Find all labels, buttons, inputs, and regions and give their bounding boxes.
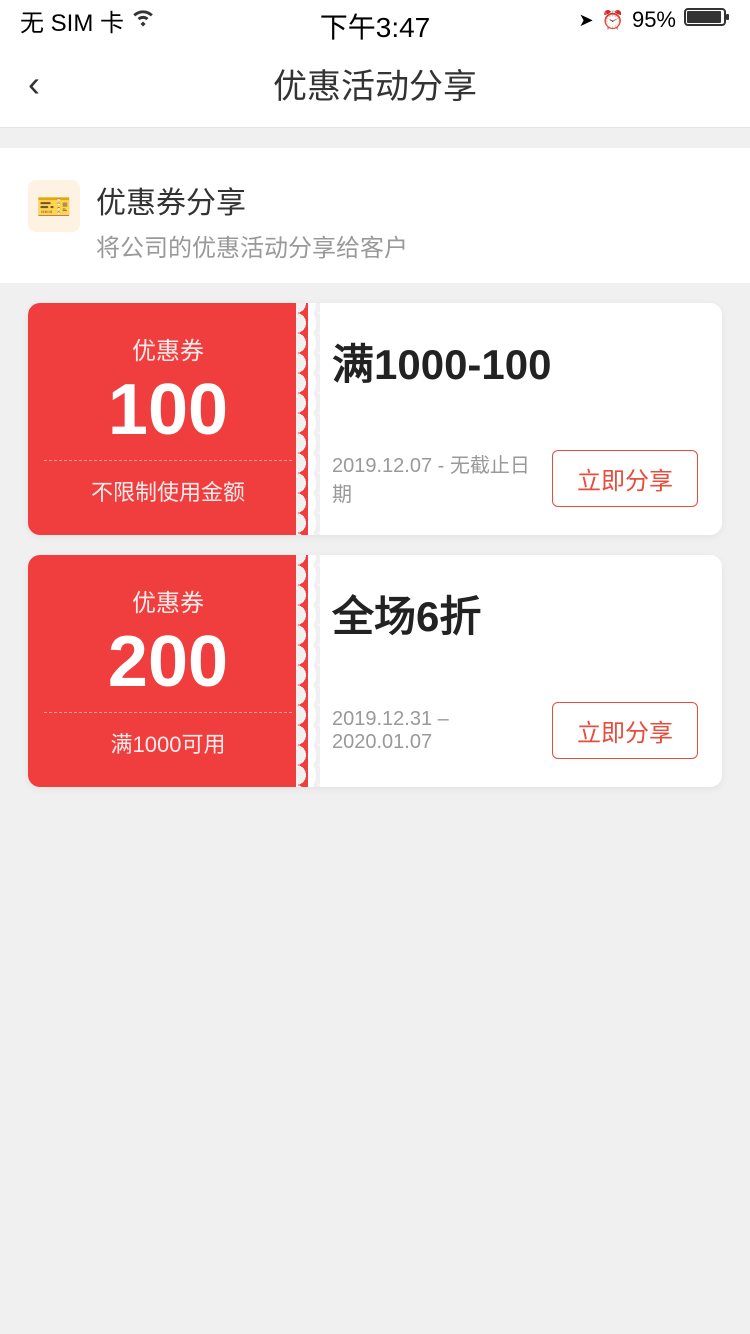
coupon-amount-1: 200 — [108, 626, 228, 698]
coupon-card: 优惠券 200 满1000可用 全场6折 2019.12.31 – 2020.0… — [28, 555, 722, 787]
back-button[interactable]: ‹ — [28, 63, 40, 105]
section-icon: 🎫 — [28, 180, 80, 232]
coupon-bottom-0: 2019.12.07 - 无截止日期 立即分享 — [332, 449, 698, 507]
status-right: ➤ ⏰ 95% — [578, 6, 730, 34]
status-bar: 无 SIM 卡 下午3:47 ➤ ⏰ 95% — [0, 0, 750, 40]
coupon-condition-0: 不限制使用金额 — [91, 475, 245, 507]
section-header: 🎫 优惠券分享 将公司的优惠活动分享给客户 — [0, 148, 750, 283]
carrier-label: 无 SIM 卡 — [20, 3, 124, 38]
coupon-date-1: 2019.12.31 – 2020.01.07 — [332, 708, 540, 754]
alarm-icon: ⏰ — [602, 10, 624, 31]
coupon-amount-0: 100 — [108, 374, 228, 446]
coupon-right-0: 满1000-100 2019.12.07 - 无截止日期 立即分享 — [308, 303, 722, 535]
location-icon: ➤ — [578, 10, 593, 31]
share-button-1[interactable]: 立即分享 — [552, 702, 698, 759]
section-text-block: 优惠券分享 将公司的优惠活动分享给客户 — [96, 178, 408, 263]
scallop-1 — [296, 555, 320, 787]
battery-icon — [684, 6, 730, 34]
coupon-name-0: 满1000-100 — [332, 331, 698, 392]
coupon-bottom-1: 2019.12.31 – 2020.01.07 立即分享 — [332, 702, 698, 759]
status-left: 无 SIM 卡 — [20, 3, 158, 38]
nav-title: 优惠活动分享 — [273, 59, 477, 108]
coupon-label-0: 优惠券 — [132, 331, 204, 366]
section-subtitle: 将公司的优惠活动分享给客户 — [96, 228, 408, 263]
coupon-divider-0 — [44, 460, 292, 461]
coupon-list: 优惠券 100 不限制使用金额 满1000-100 2019.12.07 - 无… — [0, 283, 750, 807]
coupon-left-0: 优惠券 100 不限制使用金额 — [28, 303, 308, 535]
scallop-0 — [296, 303, 320, 535]
section-title: 优惠券分享 — [96, 178, 408, 222]
coupon-card: 优惠券 100 不限制使用金额 满1000-100 2019.12.07 - 无… — [28, 303, 722, 535]
wifi-icon — [132, 6, 158, 34]
coupon-name-1: 全场6折 — [332, 583, 698, 644]
coupon-label-1: 优惠券 — [132, 583, 204, 618]
coupon-date-0: 2019.12.07 - 无截止日期 — [332, 449, 540, 507]
share-button-0[interactable]: 立即分享 — [552, 450, 698, 507]
battery-percent: 95% — [632, 7, 676, 33]
coupon-divider-1 — [44, 712, 292, 713]
coupon-left-1: 优惠券 200 满1000可用 — [28, 555, 308, 787]
coupon-condition-1: 满1000可用 — [111, 727, 226, 759]
coupon-right-1: 全场6折 2019.12.31 – 2020.01.07 立即分享 — [308, 555, 722, 787]
nav-bar: ‹ 优惠活动分享 — [0, 40, 750, 128]
